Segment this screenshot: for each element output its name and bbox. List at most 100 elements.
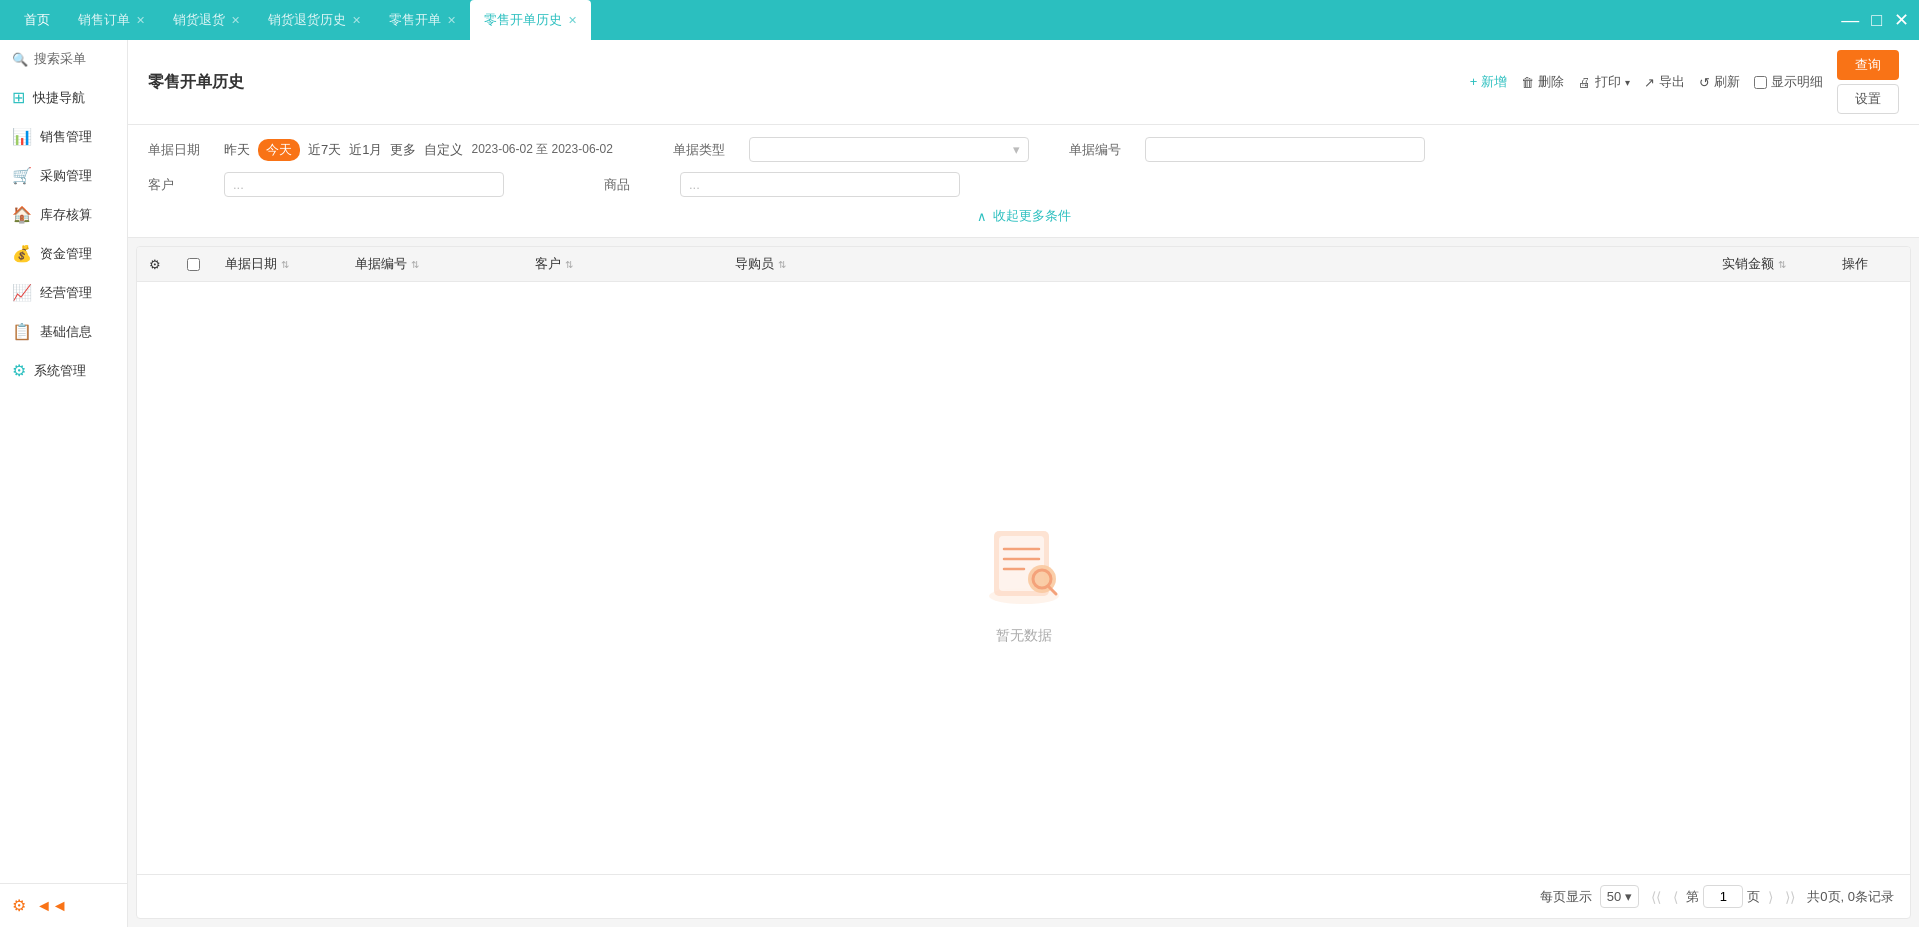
pagination: 每页显示 50 ▾ ⟨⟨ ⟨ 第 页 ⟩ ⟩⟩ 共0页, 0条记录 [137,874,1910,918]
tab-sales-order-close[interactable]: ✕ [136,14,145,27]
page-size-arrow: ▾ [1625,889,1632,904]
tab-home[interactable]: 首页 [10,0,64,40]
page-unit: 页 [1747,888,1760,906]
sidebar-item-sales-mgmt[interactable]: 📊 销售管理 [0,117,127,156]
print-button[interactable]: 🖨 打印 ▾ [1578,73,1630,91]
page-size-select[interactable]: 50 ▾ [1600,885,1639,908]
tab-bar: 首页 销售订单 ✕ 销货退货 ✕ 销货退货历史 ✕ 零售开单 ✕ 零售开单历史 … [0,0,1919,40]
tab-sales-return-history-close[interactable]: ✕ [352,14,361,27]
sys-mgmt-icon: ⚙ [12,361,26,380]
sales-mgmt-icon: 📊 [12,127,32,146]
amount-sort-icon[interactable]: ⇅ [1778,259,1786,270]
search-icon: 🔍 [12,52,28,67]
tab-retail-open-history[interactable]: 零售开单历史 ✕ [470,0,591,40]
date-more[interactable]: 更多 [390,141,416,159]
display-toggle[interactable]: 显示明细 [1754,73,1823,91]
th-guide-label: 导购员 [735,255,774,273]
number-sort-icon[interactable]: ⇅ [411,259,419,270]
sidebar-item-quick-nav[interactable]: ⊞ 快捷导航 [0,78,127,117]
select-all-checkbox[interactable] [187,258,200,271]
collapse-row[interactable]: ∧ 收起更多条件 [148,207,1899,225]
page-number-input[interactable] [1703,885,1743,908]
tab-retail-open-close[interactable]: ✕ [447,14,456,27]
tab-sales-order[interactable]: 销售订单 ✕ [64,0,159,40]
customer-sort-icon[interactable]: ⇅ [565,259,573,270]
number-text-input[interactable] [1154,142,1416,157]
sidebar-item-finance[interactable]: 💰 资金管理 [0,234,127,273]
th-customer[interactable]: 客户 ⇅ [523,255,723,273]
toolbar: + 新增 🗑 删除 🖨 打印 ▾ ↗ 导出 ↺ 刷新 [1470,50,1899,114]
delete-button-label: 删除 [1538,73,1564,91]
sidebar-item-sales-mgmt-label: 销售管理 [40,128,92,146]
settings-gear-icon[interactable]: ⚙ [12,896,26,915]
type-select[interactable]: ▾ [749,137,1029,162]
main-layout: 🔍 搜索采单 ⊞ 快捷导航 📊 销售管理 🛒 采购管理 🏠 库存核算 💰 资金管… [0,40,1919,927]
page-nav: ⟨⟨ ⟨ 第 页 ⟩ ⟩⟩ [1647,885,1799,908]
tab-retail-open[interactable]: 零售开单 ✕ [375,0,470,40]
customer-input[interactable]: ... [224,172,504,197]
sidebar-item-basic-info-label: 基础信息 [40,323,92,341]
tab-retail-open-label: 零售开单 [389,11,441,29]
tab-retail-open-history-label: 零售开单历史 [484,11,562,29]
next-page-button[interactable]: ⟩ [1764,887,1777,907]
th-action: 操作 [1830,255,1910,273]
date-today[interactable]: 今天 [258,139,300,161]
close-button[interactable]: ✕ [1894,9,1909,31]
empty-illustration [974,511,1074,611]
add-button[interactable]: + 新增 [1470,73,1507,91]
sidebar-item-operations-label: 经营管理 [40,284,92,302]
date-custom[interactable]: 自定义 [424,141,463,159]
date-options: 昨天 今天 近7天 近1月 更多 自定义 2023-06-02 至 2023-0… [224,139,613,161]
sidebar-item-inventory-label: 库存核算 [40,206,92,224]
refresh-button[interactable]: ↺ 刷新 [1699,73,1740,91]
export-button[interactable]: ↗ 导出 [1644,73,1685,91]
tab-sales-return-history[interactable]: 销货退货历史 ✕ [254,0,375,40]
date-last7[interactable]: 近7天 [308,141,341,159]
maximize-button[interactable]: □ [1871,10,1882,31]
date-sort-icon[interactable]: ⇅ [281,259,289,270]
sidebar-item-operations[interactable]: 📈 经营管理 [0,273,127,312]
export-icon: ↗ [1644,75,1655,90]
page-size-value: 50 [1607,889,1621,904]
prev-page-button[interactable]: ⟨ [1669,887,1682,907]
refresh-icon: ↺ [1699,75,1710,90]
goods-input[interactable]: ... [680,172,960,197]
guide-sort-icon[interactable]: ⇅ [778,259,786,270]
setting-button[interactable]: 设置 [1837,84,1899,114]
first-page-button[interactable]: ⟨⟨ [1647,887,1665,907]
query-button[interactable]: 查询 [1837,50,1899,80]
th-checkbox[interactable] [173,258,213,271]
th-amount-label: 实销金额 [1722,255,1774,273]
th-action-label: 操作 [1842,255,1868,273]
tab-home-label: 首页 [24,11,50,29]
th-guide[interactable]: 导购员 ⇅ [723,255,843,273]
export-button-label: 导出 [1659,73,1685,91]
delete-button[interactable]: 🗑 删除 [1521,73,1564,91]
type-select-arrow: ▾ [1013,142,1020,157]
tab-sales-return[interactable]: 销货退货 ✕ [159,0,254,40]
tab-sales-return-close[interactable]: ✕ [231,14,240,27]
sidebar-item-basic-info[interactable]: 📋 基础信息 [0,312,127,351]
sidebar-item-purchase-mgmt[interactable]: 🛒 采购管理 [0,156,127,195]
th-date-label: 单据日期 [225,255,277,273]
tab-sales-return-label: 销货退货 [173,11,225,29]
th-number[interactable]: 单据编号 ⇅ [343,255,523,273]
sidebar-item-sys-mgmt[interactable]: ⚙ 系统管理 [0,351,127,390]
sidebar-item-inventory[interactable]: 🏠 库存核算 [0,195,127,234]
refresh-button-label: 刷新 [1714,73,1740,91]
display-checkbox[interactable] [1754,76,1767,89]
basic-info-icon: 📋 [12,322,32,341]
sidebar-search[interactable]: 🔍 搜索采单 [0,40,127,78]
th-date[interactable]: 单据日期 ⇅ [213,255,343,273]
inventory-icon: 🏠 [12,205,32,224]
date-last-month[interactable]: 近1月 [349,141,382,159]
last-page-button[interactable]: ⟩⟩ [1781,887,1799,907]
tab-retail-open-history-close[interactable]: ✕ [568,14,577,27]
th-settings[interactable]: ⚙ [137,257,173,272]
column-settings-icon[interactable]: ⚙ [149,257,161,272]
th-amount[interactable]: 实销金额 ⇅ [1710,255,1830,273]
date-yesterday[interactable]: 昨天 [224,141,250,159]
sidebar-collapse-icon[interactable]: ◄◄ [36,897,68,915]
number-input[interactable] [1145,137,1425,162]
minimize-button[interactable]: — [1841,10,1859,31]
